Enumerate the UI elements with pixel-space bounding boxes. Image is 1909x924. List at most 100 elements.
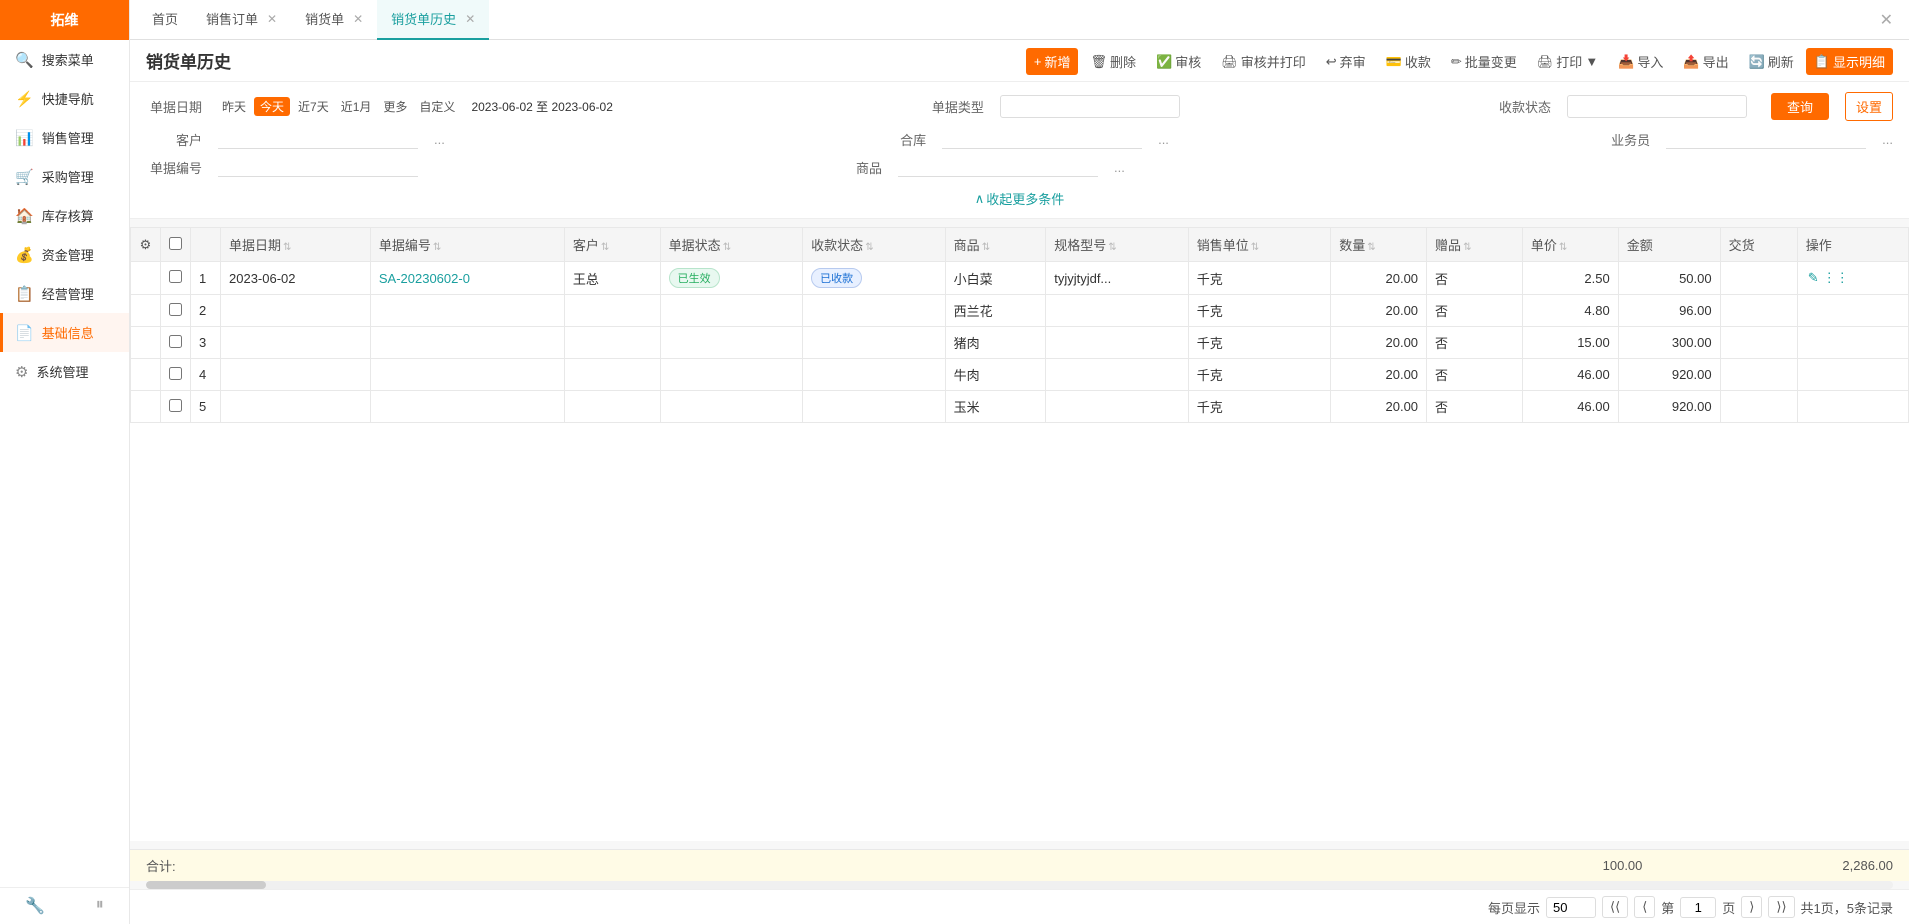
print-button[interactable]: 🖨 打印 ▼ bbox=[1529, 48, 1606, 75]
tab-sales-history-label: 销货单历史 bbox=[391, 9, 456, 28]
action-cell[interactable]: ✎ ⋮⋮ bbox=[1797, 262, 1908, 295]
query-button[interactable]: 查询 bbox=[1771, 93, 1829, 120]
collapse-label: 收起更多条件 bbox=[986, 189, 1064, 208]
customer-input[interactable] bbox=[218, 129, 418, 149]
doc-type-select[interactable] bbox=[1000, 95, 1180, 118]
check-cell[interactable] bbox=[161, 295, 191, 327]
page-last-btn[interactable]: ⟩⟩ bbox=[1768, 896, 1794, 918]
tab-home[interactable]: 首页 bbox=[138, 0, 192, 40]
goods-cell: 猪肉 bbox=[945, 327, 1046, 359]
sidebar-item-finance[interactable]: 💰 资金管理 bbox=[0, 235, 129, 274]
sidebar-pause-icon[interactable]: ⏸ bbox=[96, 896, 104, 916]
tab-sales-history-close[interactable]: ✕ bbox=[465, 12, 475, 26]
gift-cell: 否 bbox=[1427, 295, 1523, 327]
price-col-header[interactable]: 单价⇅ bbox=[1522, 228, 1618, 262]
audit-button[interactable]: ✅ 审核 bbox=[1148, 48, 1209, 75]
sidebar-item-sales[interactable]: 📊 销售管理 bbox=[0, 118, 129, 157]
check-cell[interactable] bbox=[161, 262, 191, 295]
date-custom-btn[interactable]: 自定义 bbox=[415, 97, 459, 116]
page-input[interactable] bbox=[1680, 897, 1716, 918]
date-more-btn[interactable]: 更多 bbox=[379, 97, 411, 116]
doc-no-input[interactable] bbox=[218, 157, 418, 177]
sidebar-item-operation[interactable]: 📋 经营管理 bbox=[0, 274, 129, 313]
doc-date-col-header[interactable]: 单据日期⇅ bbox=[221, 228, 371, 262]
doc-status-col-header[interactable]: 单据状态⇅ bbox=[660, 228, 803, 262]
per-page-select[interactable]: 50 10 20 100 bbox=[1546, 897, 1596, 918]
check-cell[interactable] bbox=[161, 327, 191, 359]
doc-no-link[interactable]: SA-20230602-0 bbox=[379, 271, 470, 286]
gift-col-header[interactable]: 赠品⇅ bbox=[1427, 228, 1523, 262]
check-col-header[interactable] bbox=[161, 228, 191, 262]
sidebar-item-search[interactable]: 🔍 搜索菜单 bbox=[0, 40, 129, 79]
date-yesterday-btn[interactable]: 昨天 bbox=[218, 97, 250, 116]
tab-sales-order[interactable]: 销售订单 ✕ bbox=[192, 0, 291, 40]
customer-ellipsis[interactable]: ... bbox=[434, 132, 445, 147]
row-checkbox[interactable] bbox=[169, 270, 182, 283]
sidebar-item-system[interactable]: ⚙ 系统管理 bbox=[0, 352, 129, 391]
date-7days-btn[interactable]: 近7天 bbox=[294, 97, 333, 116]
sidebar-item-basic-info[interactable]: 📄 基础信息 bbox=[0, 313, 129, 352]
sales-rep-input[interactable] bbox=[1666, 129, 1866, 149]
batch-change-button[interactable]: ✏ 批量变更 bbox=[1443, 48, 1525, 75]
collect-button[interactable]: 💳 收款 bbox=[1378, 48, 1439, 75]
delete-button[interactable]: 🗑 删除 bbox=[1082, 48, 1144, 75]
select-all-checkbox[interactable] bbox=[169, 237, 182, 250]
show-detail-button[interactable]: 📋 显示明细 bbox=[1806, 48, 1893, 75]
sidebar-settings-icon[interactable]: 🔧 bbox=[25, 896, 45, 916]
sidebar-item-quick-nav[interactable]: ⚡ 快捷导航 bbox=[0, 79, 129, 118]
abandon-button[interactable]: ↩ 弃审 bbox=[1318, 48, 1374, 75]
goods-input[interactable] bbox=[898, 157, 1098, 177]
tab-close-all-icon[interactable]: ✕ bbox=[1872, 10, 1901, 30]
horizontal-scrollbar[interactable] bbox=[146, 881, 1893, 889]
qty-col-header[interactable]: 数量⇅ bbox=[1331, 228, 1427, 262]
delivery-cell bbox=[1720, 262, 1797, 295]
tab-sales-goods-label: 销货单 bbox=[305, 9, 344, 28]
row-checkbox[interactable] bbox=[169, 399, 182, 412]
unit-col-header[interactable]: 销售单位⇅ bbox=[1188, 228, 1331, 262]
row-checkbox[interactable] bbox=[169, 367, 182, 380]
import-button[interactable]: 📥 导入 bbox=[1610, 48, 1671, 75]
page-title: 销货单历史 bbox=[146, 48, 231, 81]
date-today-btn[interactable]: 今天 bbox=[254, 97, 290, 116]
check-cell[interactable] bbox=[161, 391, 191, 423]
row-checkbox[interactable] bbox=[169, 335, 182, 348]
toolbar: + 新增 🗑 删除 ✅ 审核 🖨 审核并打印 ↩ 弃审 bbox=[1026, 48, 1893, 81]
page-prev-btn[interactable]: ⟨ bbox=[1634, 896, 1655, 918]
sidebar-item-label: 资金管理 bbox=[42, 245, 94, 264]
pay-status-col-header[interactable]: 收款状态⇅ bbox=[803, 228, 946, 262]
show-detail-icon: 📋 bbox=[1814, 54, 1830, 70]
tab-sales-goods-close[interactable]: ✕ bbox=[353, 12, 363, 26]
warehouse-ellipsis[interactable]: ... bbox=[1158, 132, 1169, 147]
gear-col-header[interactable]: ⚙ bbox=[131, 228, 161, 262]
refresh-button[interactable]: 🔄 刷新 bbox=[1741, 48, 1802, 75]
tab-sales-order-close[interactable]: ✕ bbox=[267, 12, 277, 26]
settings-button[interactable]: 设置 bbox=[1845, 92, 1893, 121]
amount-cell: 300.00 bbox=[1618, 327, 1720, 359]
warehouse-input[interactable] bbox=[942, 129, 1142, 149]
date-1month-btn[interactable]: 近1月 bbox=[337, 97, 376, 116]
audit-print-button[interactable]: 🖨 审核并打印 bbox=[1213, 48, 1314, 75]
tab-sales-goods[interactable]: 销货单 ✕ bbox=[291, 0, 377, 40]
goods-ellipsis[interactable]: ... bbox=[1114, 160, 1125, 175]
scrollbar-thumb[interactable] bbox=[146, 881, 266, 889]
page-next-btn[interactable]: ⟩ bbox=[1741, 896, 1762, 918]
collapse-button[interactable]: ∧ 收起更多条件 bbox=[146, 185, 1893, 208]
page-first-btn[interactable]: ⟨⟨ bbox=[1602, 896, 1628, 918]
export-button[interactable]: 📤 导出 bbox=[1675, 48, 1736, 75]
sidebar-item-purchase[interactable]: 🛒 采购管理 bbox=[0, 157, 129, 196]
more-action[interactable]: ⋮⋮ bbox=[1823, 270, 1849, 285]
edit-action[interactable]: ✎ bbox=[1808, 270, 1819, 285]
customer-col-header[interactable]: 客户⇅ bbox=[564, 228, 660, 262]
goods-col-header[interactable]: 商品⇅ bbox=[945, 228, 1046, 262]
tab-sales-history[interactable]: 销货单历史 ✕ bbox=[377, 0, 489, 40]
row-checkbox[interactable] bbox=[169, 303, 182, 316]
doc-no-col-header[interactable]: 单据编号⇅ bbox=[370, 228, 564, 262]
doc-no-cell[interactable]: SA-20230602-0 bbox=[370, 262, 564, 295]
spec-col-header[interactable]: 规格型号⇅ bbox=[1046, 228, 1189, 262]
check-cell[interactable] bbox=[161, 359, 191, 391]
sidebar-logo: 拓维 bbox=[0, 0, 129, 40]
sales-rep-ellipsis[interactable]: ... bbox=[1882, 132, 1893, 147]
new-button[interactable]: + 新增 bbox=[1026, 48, 1079, 75]
collect-status-select[interactable] bbox=[1567, 95, 1747, 118]
sidebar-item-inventory[interactable]: 🏠 库存核算 bbox=[0, 196, 129, 235]
